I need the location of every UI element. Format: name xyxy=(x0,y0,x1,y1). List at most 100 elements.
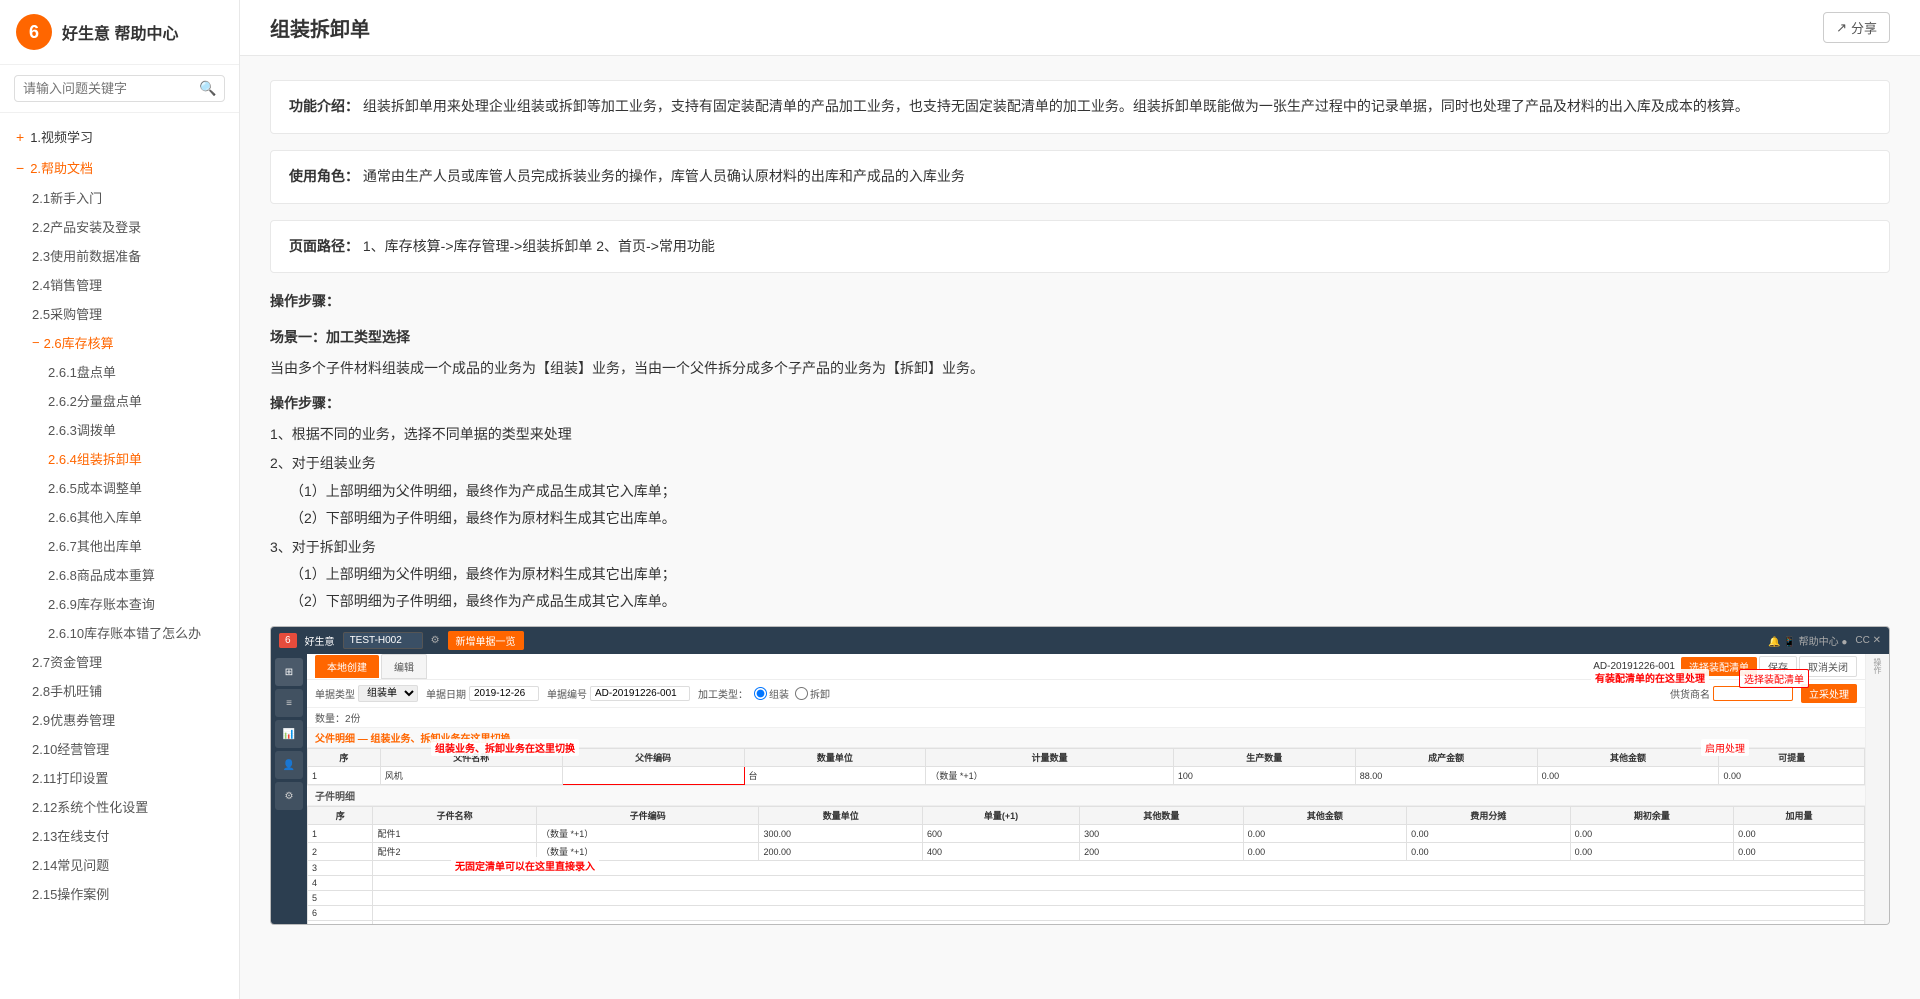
col-l-use: 加用量 xyxy=(1734,807,1865,825)
table-row: 1 配件1 （数量 *+1） 300.00 600 300 0.00 0.00 … xyxy=(308,825,1865,843)
field-no-input[interactable] xyxy=(590,686,690,701)
field-date-input[interactable] xyxy=(469,686,539,701)
role-text: 通常由生产人员或库管人员完成拆装业务的操作，库管人员确认原材料的出库和产成品的入… xyxy=(363,168,965,184)
sidebar-item-2-6-9[interactable]: 2.6.9库存账本查询 xyxy=(0,589,239,618)
sidebar-item-2-6-5[interactable]: 2.6.5成本调整单 xyxy=(0,473,239,502)
col-l-code: 子件编码 xyxy=(536,807,759,825)
search-box[interactable]: 🔍 xyxy=(14,75,225,102)
col-unit: 数量单位 xyxy=(744,749,926,767)
table-row: 6 xyxy=(308,906,1865,921)
app-id-input[interactable] xyxy=(343,632,423,649)
sidebar-item-2-3[interactable]: 2.3使用前数据准备 xyxy=(0,241,239,270)
radio-disassemble-input[interactable] xyxy=(795,687,808,700)
table-row: 4 xyxy=(308,876,1865,891)
tab-create[interactable]: 本地创建 xyxy=(315,655,379,678)
step2: 2、对于组装业务 xyxy=(270,451,1890,476)
nav-tree: + 1.视频学习 − 2.帮助文档 2.1新手入门 2.2产品安装及登录 2.3… xyxy=(0,113,239,999)
sidebar: 6 好生意 帮助中心 🔍 + 1.视频学习 − 2.帮助文档 2.1新手入门 2… xyxy=(0,0,240,999)
cell-prod-amt: 88.00 xyxy=(1355,767,1537,785)
cell-unit: 台 xyxy=(744,767,926,785)
sidebar-item-2-8[interactable]: 2.8手机旺铺 xyxy=(0,676,239,705)
col-parent-code: 父件编码 xyxy=(562,749,744,767)
share-button[interactable]: ↗ 分享 xyxy=(1823,12,1890,43)
step1: 1、根据不同的业务，选择不同单据的类型来处理 xyxy=(270,422,1890,447)
field-date: 单据日期 xyxy=(426,686,539,701)
annotation-4: 启用处理 xyxy=(1701,739,1749,756)
sidebar-item-2-6-4[interactable]: 2.6.4组装拆卸单 xyxy=(0,444,239,473)
sidebar-item-2-14[interactable]: 2.14常见问题 xyxy=(0,850,239,879)
sidebar-item-2-13[interactable]: 2.13在线支付 xyxy=(0,821,239,850)
sidebar-item-2-2[interactable]: 2.2产品安装及登录 xyxy=(0,212,239,241)
role-box: 使用角色： 通常由生产人员或库管人员完成拆装业务的操作，库管人员确认原材料的出库… xyxy=(270,150,1890,204)
col-prod-qty: 生产数量 xyxy=(1173,749,1355,767)
step2-2: （2）下部明细为子件明细，最终作为原材料生成其它出库单。 xyxy=(290,506,1890,531)
search-input[interactable] xyxy=(23,81,199,96)
search-icon[interactable]: 🔍 xyxy=(199,80,216,97)
nav-icon-home[interactable]: ⊞ xyxy=(275,658,303,686)
path-text: 1、库存核算->库存管理->组装拆卸单 2、首页->常用功能 xyxy=(363,238,715,254)
app-new-btn[interactable]: 新增单据一览 xyxy=(448,631,524,650)
app-close: CC ✕ xyxy=(1855,635,1881,646)
sidebar-item-2-6-3[interactable]: 2.6.3调拨单 xyxy=(0,415,239,444)
sidebar-item-video[interactable]: + 1.视频学习 xyxy=(0,121,239,152)
sidebar-item-docs[interactable]: − 2.帮助文档 xyxy=(0,152,239,183)
col-prod-amt: 成产金额 xyxy=(1355,749,1537,767)
field-client: 供货商名 xyxy=(1670,686,1793,701)
sidebar-item-2-12[interactable]: 2.12系统个性化设置 xyxy=(0,792,239,821)
annotation-3: 组装业务、拆卸业务在这里切换 xyxy=(431,739,579,756)
enable-btn[interactable]: 立采处理 xyxy=(1801,684,1857,703)
logo-label: 好生意 帮助中心 xyxy=(62,20,178,44)
sidebar-item-2-6[interactable]: − 2.6库存核算 xyxy=(0,328,239,357)
col-l-unit: 数量单位 xyxy=(759,807,923,825)
table-row: 1 风机 台 （数量 *+1） 100 88.00 0.00 0.00 xyxy=(308,767,1865,785)
field-date-label: 单据日期 xyxy=(426,686,466,701)
app-main-content: 本地创建 编辑 AD-20191226-001 选择装配清单 保存 取消关闭 单… xyxy=(307,654,1865,924)
sidebar-item-2-10[interactable]: 2.10经营管理 xyxy=(0,734,239,763)
sidebar-item-2-7[interactable]: 2.7资金管理 xyxy=(0,647,239,676)
cell-name: 风机 xyxy=(380,767,562,785)
cell-code xyxy=(562,767,744,785)
app-body: ⊞ ≡ 📊 👤 ⚙ 本地创建 编辑 AD-20191226-001 选择装配清单 xyxy=(271,654,1889,924)
tab-edit[interactable]: 编辑 xyxy=(381,654,427,679)
radio-assemble-input[interactable] xyxy=(754,687,767,700)
radio-disassemble[interactable]: 拆卸 xyxy=(795,686,830,701)
scene1-desc: 当由多个子件材料组装成一个成品的业务为【组装】业务，当由一个父件拆分成多个子产品… xyxy=(270,356,1890,381)
lower-section-title: 子件明细 xyxy=(307,785,1865,806)
count-info: 数量：2份 xyxy=(307,708,1865,728)
col-l-alloc: 费用分摊 xyxy=(1407,807,1571,825)
sidebar-item-2-6-1[interactable]: 2.6.1盘点单 xyxy=(0,357,239,386)
table-row: 7 xyxy=(308,921,1865,925)
nav-icon-chart[interactable]: 📊 xyxy=(275,720,303,748)
col-l-init: 期初余量 xyxy=(1570,807,1734,825)
sidebar-item-2-6-8[interactable]: 2.6.8商品成本重算 xyxy=(0,560,239,589)
col-l-seq: 序 xyxy=(308,807,373,825)
sidebar-item-2-6-7[interactable]: 2.6.7其他出库单 xyxy=(0,531,239,560)
field-type: 单据类型 组装单 拆卸单 xyxy=(315,685,418,702)
sidebar-item-2-6-2[interactable]: 2.6.2分量盘点单 xyxy=(0,386,239,415)
sidebar-item-2-1[interactable]: 2.1新手入门 xyxy=(0,183,239,212)
screenshot-area: 6 好生意 ⚙ 新增单据一览 🔔 📱 帮助中心 ● CC ✕ ⊞ ≡ 📊 👤 ⚙ xyxy=(270,626,1890,925)
sidebar-item-2-11[interactable]: 2.11打印设置 xyxy=(0,763,239,792)
field-type-select[interactable]: 组装单 拆卸单 xyxy=(358,685,418,702)
logo-area: 6 好生意 帮助中心 xyxy=(0,0,239,65)
nav-icon-user[interactable]: 👤 xyxy=(275,751,303,779)
sidebar-item-2-6-10[interactable]: 2.6.10库存账本错了怎么办 xyxy=(0,618,239,647)
sidebar-item-2-4[interactable]: 2.4销售管理 xyxy=(0,270,239,299)
sidebar-item-2-5[interactable]: 2.5采购管理 xyxy=(0,299,239,328)
field-type-label: 单据类型 xyxy=(315,686,355,701)
radio-assemble[interactable]: 组装 xyxy=(754,686,789,701)
app-right-nav: 操作 xyxy=(1865,654,1889,924)
cell-prod-qty: 100 xyxy=(1173,767,1355,785)
col-qty: 计量数量 xyxy=(926,749,1174,767)
cell-meas-qty: （数量 *+1） xyxy=(926,767,1174,785)
app-separator: ⚙ xyxy=(431,635,440,646)
main: 组装拆卸单 ↗ 分享 功能介绍： 组装拆卸单用来处理企业组装或拆卸等加工业务，支… xyxy=(240,0,1920,999)
nav-icon-list[interactable]: ≡ xyxy=(275,689,303,717)
sidebar-item-2-9[interactable]: 2.9优惠券管理 xyxy=(0,705,239,734)
sidebar-item-2-15[interactable]: 2.15操作案例 xyxy=(0,879,239,908)
page-title: 组装拆卸单 xyxy=(270,13,370,42)
col-other-amt: 其他金额 xyxy=(1537,749,1719,767)
field-client-input[interactable] xyxy=(1713,686,1793,701)
sidebar-item-2-6-6[interactable]: 2.6.6其他入库单 xyxy=(0,502,239,531)
nav-icon-settings[interactable]: ⚙ xyxy=(275,782,303,810)
